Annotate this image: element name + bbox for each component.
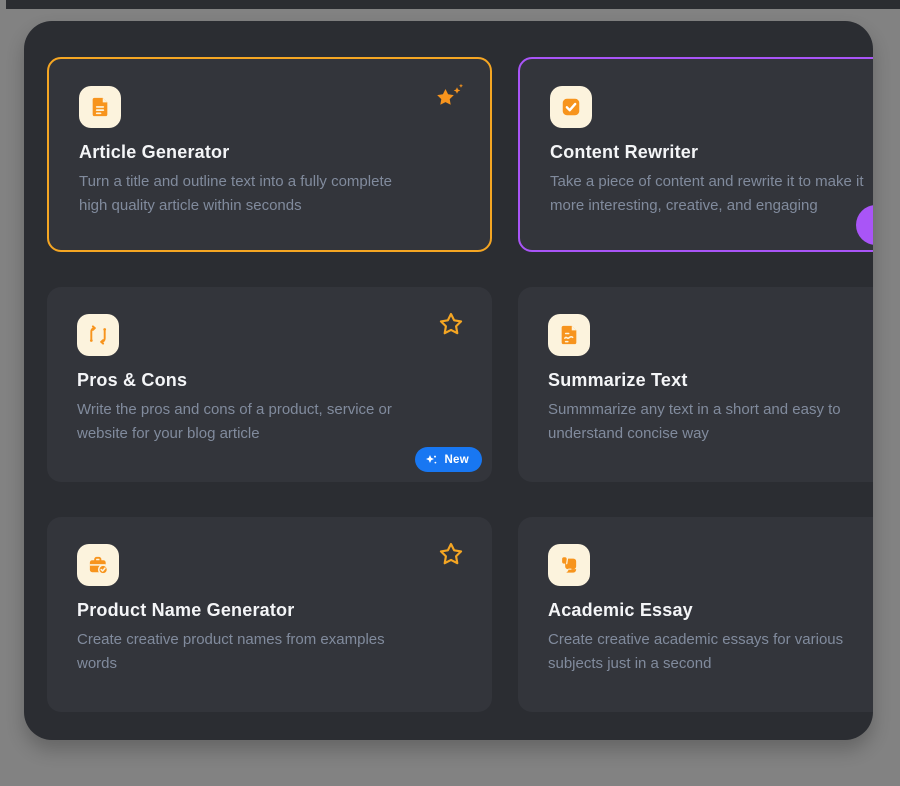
checkbox-icon: [550, 86, 592, 128]
summary-document-icon: [548, 314, 590, 356]
card-description: Create creative product names from examp…: [77, 628, 462, 675]
scroll-icon: [548, 544, 590, 586]
tool-card-content-rewriter[interactable]: Content Rewriter Take a piece of content…: [518, 57, 873, 252]
page-top-edge: [6, 0, 900, 9]
new-badge: New: [415, 447, 482, 472]
tool-card-pros-and-cons[interactable]: Pros & Cons Write the pros and cons of a…: [47, 287, 492, 482]
favorite-star-filled-icon[interactable]: [434, 83, 464, 111]
card-title: Pros & Cons: [77, 370, 462, 391]
document-icon: [79, 86, 121, 128]
card-description: Take a piece of content and rewrite it t…: [550, 170, 873, 217]
tools-panel: Article Generator Turn a title and outli…: [24, 21, 873, 740]
tool-card-product-name-generator[interactable]: Product Name Generator Create creative p…: [47, 517, 492, 712]
card-description: Summmarize any text in a short and easy …: [548, 398, 873, 445]
favorite-star-outline-icon[interactable]: [436, 311, 466, 339]
swap-arrows-icon: [77, 314, 119, 356]
card-title: Product Name Generator: [77, 600, 462, 621]
card-title: Article Generator: [79, 142, 460, 163]
card-title: Academic Essay: [548, 600, 873, 621]
package-check-icon: [77, 544, 119, 586]
card-description: Turn a title and outline text into a ful…: [79, 170, 460, 217]
card-description: Create creative academic essays for vari…: [548, 628, 873, 675]
tool-cards-grid: Article Generator Turn a title and outli…: [47, 57, 873, 712]
favorite-star-outline-icon[interactable]: [436, 541, 466, 569]
new-badge-label: New: [444, 454, 469, 466]
card-title: Content Rewriter: [550, 142, 873, 163]
tool-card-academic-essay[interactable]: Academic Essay Create creative academic …: [518, 517, 873, 712]
card-description: Write the pros and cons of a product, se…: [77, 398, 462, 445]
tool-card-article-generator[interactable]: Article Generator Turn a title and outli…: [47, 57, 492, 252]
sparkle-icon: [425, 454, 437, 466]
tool-card-summarize-text[interactable]: Summarize Text Summmarize any text in a …: [518, 287, 873, 482]
card-title: Summarize Text: [548, 370, 873, 391]
